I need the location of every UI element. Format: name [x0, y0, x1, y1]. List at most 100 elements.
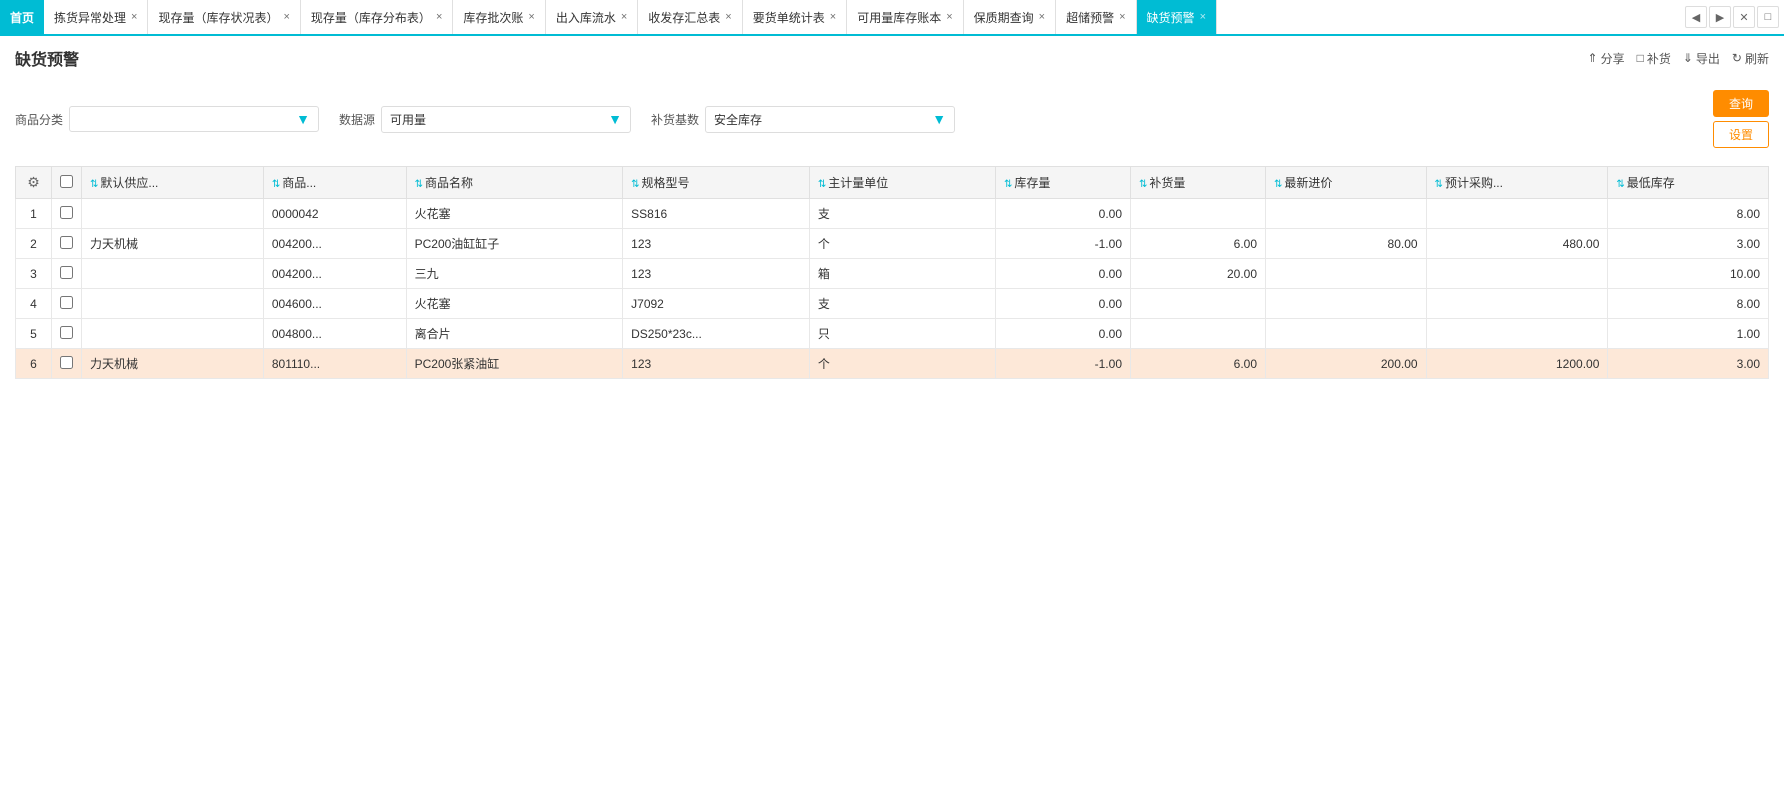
th-stock-qty[interactable]: ⇅库存量 — [996, 167, 1131, 199]
row-checkbox-cell-3[interactable] — [52, 289, 82, 319]
unit-1: 个 — [809, 229, 995, 259]
query-button[interactable]: 查询 — [1713, 90, 1769, 117]
datasource-arrow-icon: ▼ — [608, 111, 622, 127]
estimated-purchase-0 — [1426, 199, 1608, 229]
tab-close-icon-3[interactable]: × — [436, 11, 442, 23]
th-settings[interactable]: ⚙ — [16, 167, 52, 199]
tab-close-icon-1[interactable]: × — [131, 11, 137, 23]
tab-close-icon-11[interactable]: × — [1200, 11, 1206, 23]
refresh-button[interactable]: ↻ 刷新 — [1732, 50, 1769, 67]
th-latest-price[interactable]: ⇅最新进价 — [1266, 167, 1427, 199]
spec-5: 123 — [623, 349, 810, 379]
nav-tab-1[interactable]: 拣货异常处理× — [44, 0, 148, 34]
min-stock-2: 10.00 — [1608, 259, 1769, 289]
header-actions: ⇑ 分享 □ 补货 ⇓ 导出 ↻ 刷新 — [1588, 50, 1770, 67]
replenish-base-select[interactable]: 安全库存 ▼ — [705, 106, 955, 133]
category-filter-group: 商品分类 ▼ — [15, 106, 319, 132]
th-product-code[interactable]: ⇅商品... — [263, 167, 406, 199]
row-checkbox-0[interactable] — [60, 206, 73, 219]
nav-tab-10[interactable]: 超储预警× — [1056, 0, 1136, 34]
share-button[interactable]: ⇑ 分享 — [1588, 50, 1625, 67]
nav-tab-6[interactable]: 收发存汇总表× — [638, 0, 742, 34]
sort-min-icon: ⇅ — [1616, 179, 1624, 190]
product-name-3: 火花塞 — [406, 289, 623, 319]
nav-next-button[interactable]: ▶ — [1709, 6, 1731, 28]
row-checkbox-cell-5[interactable] — [52, 349, 82, 379]
page-header: 缺货预警 ⇑ 分享 □ 补货 ⇓ 导出 ↻ 刷新 — [15, 46, 1769, 70]
spec-0: SS816 — [623, 199, 810, 229]
tab-close-icon-8[interactable]: × — [946, 11, 952, 23]
datasource-select[interactable]: 可用量 ▼ — [381, 106, 631, 133]
nav-tab-9[interactable]: 保质期查询× — [964, 0, 1056, 34]
nav-tab-8[interactable]: 可用量库存账本× — [847, 0, 963, 34]
unit-3: 支 — [809, 289, 995, 319]
refresh-label: 刷新 — [1745, 50, 1769, 67]
nav-tab-4[interactable]: 库存批次账× — [453, 0, 545, 34]
nav-tab-2[interactable]: 现存量（库存状况表）× — [148, 0, 300, 34]
product-code-0: 0000042 — [263, 199, 406, 229]
latest-price-4 — [1266, 319, 1427, 349]
th-default-supplier[interactable]: ⇅默认供应... — [82, 167, 264, 199]
row-checkbox-cell-0[interactable] — [52, 199, 82, 229]
product-name-0: 火花塞 — [406, 199, 623, 229]
tab-close-icon-10[interactable]: × — [1119, 11, 1125, 23]
tab-close-icon-2[interactable]: × — [283, 11, 289, 23]
tab-close-icon-5[interactable]: × — [621, 11, 627, 23]
tab-close-icon-9[interactable]: × — [1039, 11, 1045, 23]
replenish-base-filter-group: 补货基数 安全库存 ▼ — [651, 106, 955, 133]
settings-gear-icon[interactable]: ⚙ — [27, 174, 40, 190]
row-checkbox-cell-4[interactable] — [52, 319, 82, 349]
sort-spec-icon: ⇅ — [631, 179, 639, 190]
tab-close-icon-6[interactable]: × — [725, 11, 731, 23]
sort-price-icon: ⇅ — [1274, 179, 1282, 190]
th-spec[interactable]: ⇅规格型号 — [623, 167, 810, 199]
nav-maximize-button[interactable]: □ — [1757, 6, 1779, 28]
latest-price-1: 80.00 — [1266, 229, 1427, 259]
th-checkbox[interactable] — [52, 167, 82, 199]
row-checkbox-cell-2[interactable] — [52, 259, 82, 289]
sort-replenish-icon: ⇅ — [1139, 179, 1147, 190]
row-checkbox-2[interactable] — [60, 266, 73, 279]
select-all-checkbox[interactable] — [60, 175, 73, 188]
row-checkbox-4[interactable] — [60, 326, 73, 339]
th-product-name[interactable]: ⇅商品名称 — [406, 167, 623, 199]
table-row: 4004600...火花塞J7092支0.008.00 — [16, 289, 1769, 319]
export-icon: ⇓ — [1683, 51, 1693, 65]
estimated-purchase-2 — [1426, 259, 1608, 289]
product-name-5: PC200张紧油缸 — [406, 349, 623, 379]
category-select[interactable]: ▼ — [69, 106, 319, 132]
nav-close-button[interactable]: ✕ — [1733, 6, 1755, 28]
latest-price-2 — [1266, 259, 1427, 289]
product-code-3: 004600... — [263, 289, 406, 319]
settings-button[interactable]: 设置 — [1713, 121, 1769, 148]
replenish-button[interactable]: □ 补货 — [1637, 50, 1671, 67]
row-checkbox-5[interactable] — [60, 356, 73, 369]
tab-close-icon-4[interactable]: × — [528, 11, 534, 23]
sort-code-icon: ⇅ — [272, 179, 280, 190]
nav-bar: 首页拣货异常处理×现存量（库存状况表）×现存量（库存分布表）×库存批次账×出入库… — [0, 0, 1784, 36]
supplier-0 — [82, 199, 264, 229]
tab-close-icon-7[interactable]: × — [830, 11, 836, 23]
th-min-stock[interactable]: ⇅最低库存 — [1608, 167, 1769, 199]
nav-tab-3[interactable]: 现存量（库存分布表）× — [301, 0, 453, 34]
supplier-4 — [82, 319, 264, 349]
nav-tab-0[interactable]: 首页 — [0, 0, 44, 34]
replenish-base-value: 安全库存 — [714, 111, 762, 128]
th-unit[interactable]: ⇅主计量单位 — [809, 167, 995, 199]
th-replenish-qty[interactable]: ⇅补货量 — [1131, 167, 1266, 199]
nav-tab-11[interactable]: 缺货预警× — [1137, 0, 1217, 34]
nav-prev-button[interactable]: ◀ — [1685, 6, 1707, 28]
row-checkbox-3[interactable] — [60, 296, 73, 309]
table-row: 2力天机械004200...PC200油缸缸子123个-1.006.0080.0… — [16, 229, 1769, 259]
product-code-1: 004200... — [263, 229, 406, 259]
th-estimated-purchase[interactable]: ⇅预计采购... — [1426, 167, 1608, 199]
nav-tab-7[interactable]: 要货单统计表× — [743, 0, 847, 34]
export-button[interactable]: ⇓ 导出 — [1683, 50, 1720, 67]
replenish-qty-5: 6.00 — [1131, 349, 1266, 379]
stock-qty-5: -1.00 — [996, 349, 1131, 379]
table-row: 3004200...三九123箱0.0020.0010.00 — [16, 259, 1769, 289]
row-checkbox-1[interactable] — [60, 236, 73, 249]
nav-tab-5[interactable]: 出入库流水× — [546, 0, 638, 34]
row-checkbox-cell-1[interactable] — [52, 229, 82, 259]
supplier-5: 力天机械 — [82, 349, 264, 379]
